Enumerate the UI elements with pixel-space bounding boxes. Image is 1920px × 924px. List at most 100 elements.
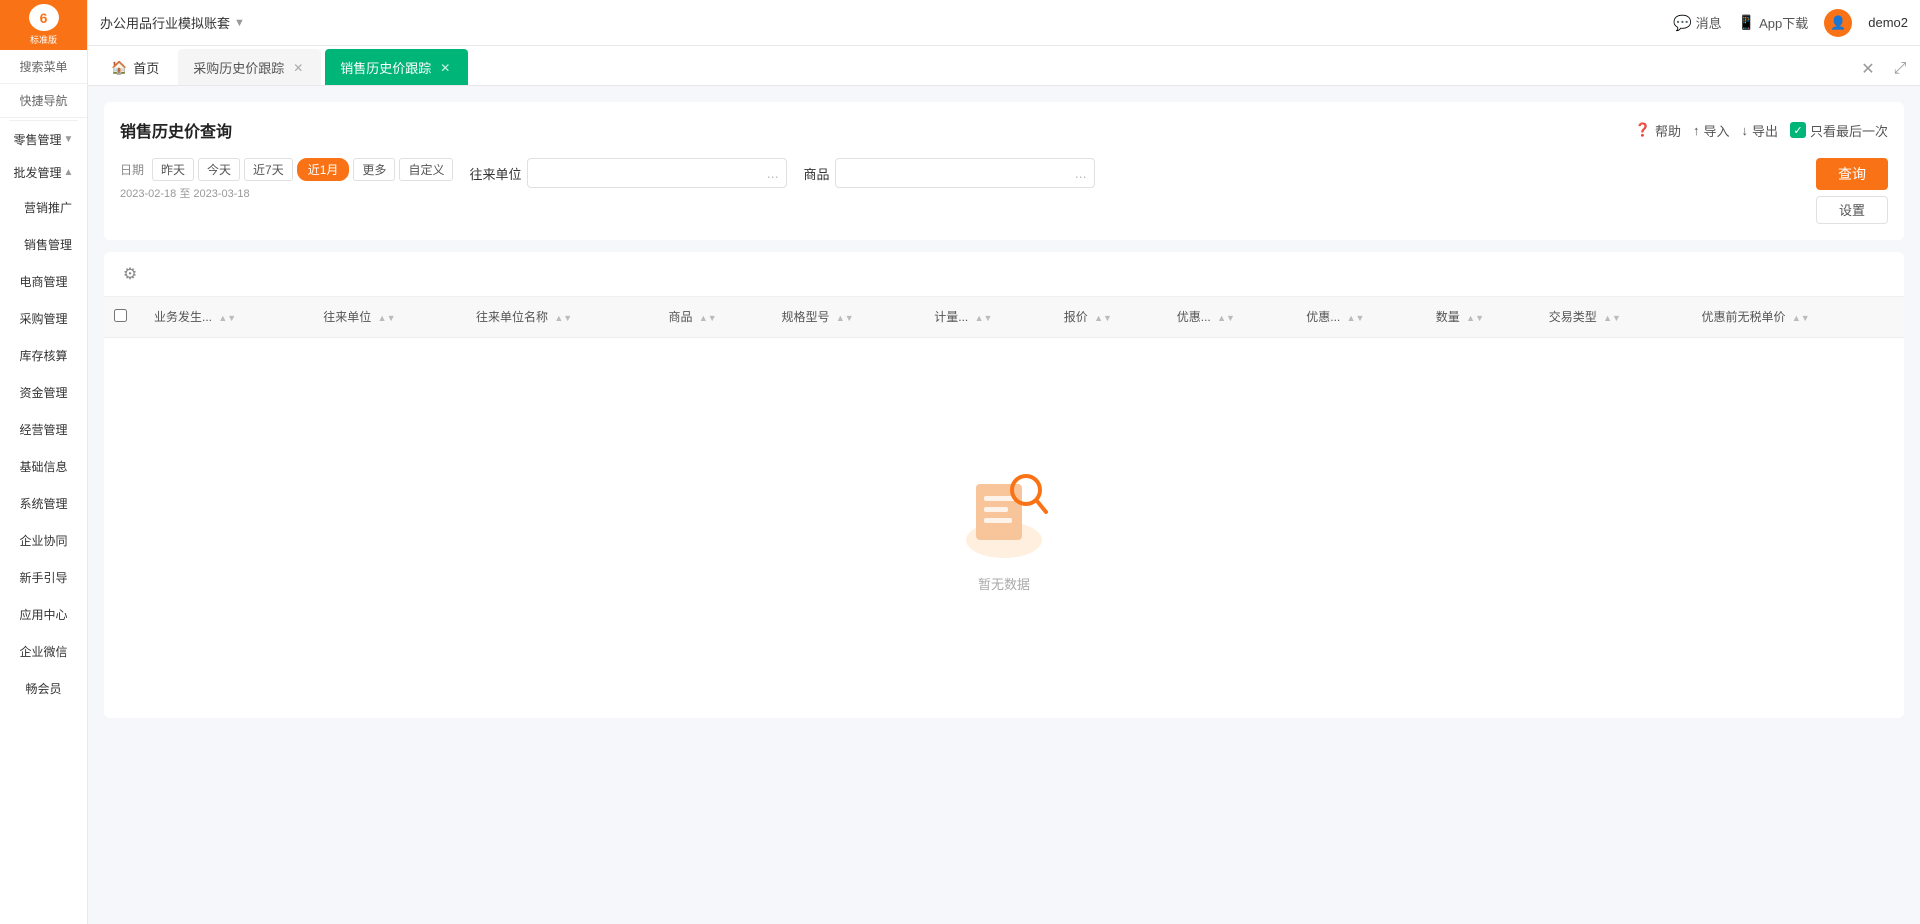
only-last-checkbox[interactable]: 只看最后一次 [1790, 121, 1888, 140]
table-settings-icon[interactable]: ⚙ [116, 260, 144, 288]
col-unit[interactable]: 计量... ▲▼ [924, 297, 1054, 337]
goods-filter: 商品 ... [803, 158, 1095, 188]
sidebar-item-wechat[interactable]: 企业微信 [0, 633, 87, 670]
sidebar-item-shortcut[interactable]: 快捷导航 [0, 84, 87, 118]
sort-arrows[interactable]: ▲▼ [1603, 314, 1621, 323]
tab-maximize-button[interactable]: ⤢ [1888, 57, 1912, 81]
tab-sales[interactable]: 销售历史价跟踪 ✕ [325, 49, 468, 85]
sidebar-item-label: 电商管理 [19, 273, 67, 290]
date-btn-yesterday[interactable]: 昨天 [152, 158, 194, 181]
sidebar-item-system[interactable]: 系统管理 [0, 485, 87, 522]
sidebar-item-label: 经营管理 [19, 421, 67, 438]
col-discount2[interactable]: 优惠... ▲▼ [1296, 297, 1426, 337]
col-partner-code[interactable]: 往来单位 ▲▼ [313, 297, 466, 337]
sort-arrows[interactable]: ▲▼ [1094, 314, 1112, 323]
sidebar-item-label: 企业微信 [19, 643, 67, 660]
export-button[interactable]: ↓ 导出 [1741, 121, 1778, 140]
sort-arrows[interactable]: ▲▼ [1217, 314, 1235, 323]
messages-button[interactable]: 💬 消息 [1673, 13, 1722, 32]
import-button[interactable]: ↑ 导入 [1693, 121, 1730, 140]
col-no-tax-price[interactable]: 优惠前无税单价 ▲▼ [1692, 297, 1905, 337]
sort-arrows[interactable]: ▲▼ [975, 314, 993, 323]
sidebar-item-appstore[interactable]: 应用中心 [0, 596, 87, 633]
checkbox-icon [1790, 122, 1806, 138]
sort-arrows[interactable]: ▲▼ [218, 314, 236, 323]
topbar-left: 办公用品行业模拟账套 ▼ [100, 13, 1663, 32]
date-filter: 日期 昨天 今天 近7天 近1月 更多 自定义 2023-02-18 至 202… [120, 158, 453, 201]
page-title: 销售历史价查询 [120, 118, 232, 142]
workspace-label: 办公用品行业模拟账套 [100, 13, 230, 32]
col-spec[interactable]: 规格型号 ▲▼ [772, 297, 925, 337]
sidebar-item-sales-mgmt[interactable]: 销售管理 [8, 226, 87, 263]
sort-arrows[interactable]: ▲▼ [1792, 314, 1810, 323]
col-discount1[interactable]: 优惠... ▲▼ [1167, 297, 1297, 337]
export-icon: ↓ [1741, 123, 1748, 138]
tab-purchase-close[interactable]: ✕ [290, 60, 306, 76]
sidebar-item-marketing[interactable]: 营销推广 [8, 189, 87, 226]
date-buttons: 日期 昨天 今天 近7天 近1月 更多 自定义 [120, 158, 453, 181]
tab-purchase-label: 采购历史价跟踪 [193, 58, 284, 77]
col-quote[interactable]: 报价 ▲▼ [1054, 297, 1167, 337]
tab-purchase[interactable]: 采购历史价跟踪 ✕ [178, 49, 321, 85]
sidebar-item-finance[interactable]: 资金管理 [0, 374, 87, 411]
goods-dots[interactable]: ... [1075, 165, 1087, 181]
sidebar-item-search[interactable]: 搜索菜单 [0, 50, 87, 84]
sort-arrows[interactable]: ▲▼ [699, 314, 717, 323]
goods-label: 商品 [803, 164, 829, 183]
sort-arrows[interactable]: ▲▼ [836, 314, 854, 323]
goods-input-field[interactable] [844, 166, 1074, 181]
app-download-button[interactable]: 📱 App下载 [1738, 13, 1809, 32]
workspace-dropdown[interactable]: 办公用品行业模拟账套 ▼ [100, 13, 245, 32]
date-btn-7days[interactable]: 近7天 [244, 158, 293, 181]
date-btn-1month[interactable]: 近1月 [297, 158, 350, 181]
partner-input-field[interactable] [536, 166, 766, 181]
sidebar-item-operations[interactable]: 经营管理 [0, 411, 87, 448]
sidebar: 6 标准版 搜索菜单 快捷导航 零售管理 ▼ 批发管理 ▲ 营销推广 销售管理 … [0, 0, 88, 924]
import-icon: ↑ [1693, 123, 1700, 138]
sidebar-item-label: 销售管理 [24, 236, 72, 253]
avatar[interactable]: 👤 [1824, 9, 1852, 37]
sidebar-item-basic-info[interactable]: 基础信息 [0, 448, 87, 485]
col-quantity[interactable]: 数量 ▲▼ [1426, 297, 1539, 337]
col-partner-name[interactable]: 往来单位名称 ▲▼ [466, 297, 659, 337]
col-goods[interactable]: 商品 ▲▼ [659, 297, 772, 337]
tab-home[interactable]: 🏠 首页 [96, 49, 174, 85]
col-biz-date[interactable]: 业务发生... ▲▼ [144, 297, 313, 337]
query-button[interactable]: 查询 [1816, 158, 1888, 190]
sidebar-item-retail[interactable]: 零售管理 ▼ [0, 123, 87, 156]
messages-label: 消息 [1696, 13, 1722, 32]
sidebar-item-newcomer[interactable]: 新手引导 [0, 559, 87, 596]
date-btn-custom[interactable]: 自定义 [399, 158, 453, 181]
sidebar-item-inventory[interactable]: 库存核算 [0, 337, 87, 374]
sort-arrows[interactable]: ▲▼ [1347, 314, 1365, 323]
topbar-right: 💬 消息 📱 App下载 👤 demo2 [1673, 9, 1908, 37]
tab-close-all-button[interactable]: ✕ [1856, 57, 1880, 81]
page-content: 销售历史价查询 ❓ 帮助 ↑ 导入 ↓ 导出 [88, 86, 1920, 924]
sidebar-item-purchase[interactable]: 采购管理 [0, 300, 87, 337]
sidebar-item-vip[interactable]: 畅会员 [0, 670, 87, 707]
tab-sales-label: 销售历史价跟踪 [340, 58, 431, 77]
col-trade-type[interactable]: 交易类型 ▲▼ [1539, 297, 1692, 337]
settings-button[interactable]: 设置 [1816, 196, 1888, 224]
select-all-checkbox[interactable] [114, 309, 127, 322]
sort-arrows[interactable]: ▲▼ [1466, 314, 1484, 323]
goods-input[interactable]: ... [835, 158, 1095, 188]
help-button[interactable]: ❓ 帮助 [1635, 121, 1681, 140]
sort-arrows[interactable]: ▲▼ [378, 314, 396, 323]
partner-filter: 往来单位 ... [469, 158, 787, 188]
panel-title-right: ❓ 帮助 ↑ 导入 ↓ 导出 只看最后一次 [1635, 121, 1888, 140]
sidebar-item-enterprise[interactable]: 企业协同 [0, 522, 87, 559]
partner-input[interactable]: ... [527, 158, 787, 188]
sidebar-item-wholesale[interactable]: 批发管理 ▲ [0, 156, 87, 189]
date-btn-today[interactable]: 今天 [198, 158, 240, 181]
sidebar-item-label: 新手引导 [19, 569, 67, 586]
message-icon: 💬 [1673, 14, 1692, 32]
partner-dots[interactable]: ... [767, 165, 779, 181]
tab-sales-close[interactable]: ✕ [437, 60, 453, 76]
sort-arrows[interactable]: ▲▼ [554, 314, 572, 323]
date-btn-more[interactable]: 更多 [353, 158, 395, 181]
sidebar-item-ecommerce[interactable]: 电商管理 [0, 263, 87, 300]
tabs-bar: 🏠 首页 采购历史价跟踪 ✕ 销售历史价跟踪 ✕ ✕ ⤢ [88, 46, 1920, 86]
sidebar-item-label: 基础信息 [19, 458, 67, 475]
help-icon: ❓ [1635, 122, 1651, 138]
